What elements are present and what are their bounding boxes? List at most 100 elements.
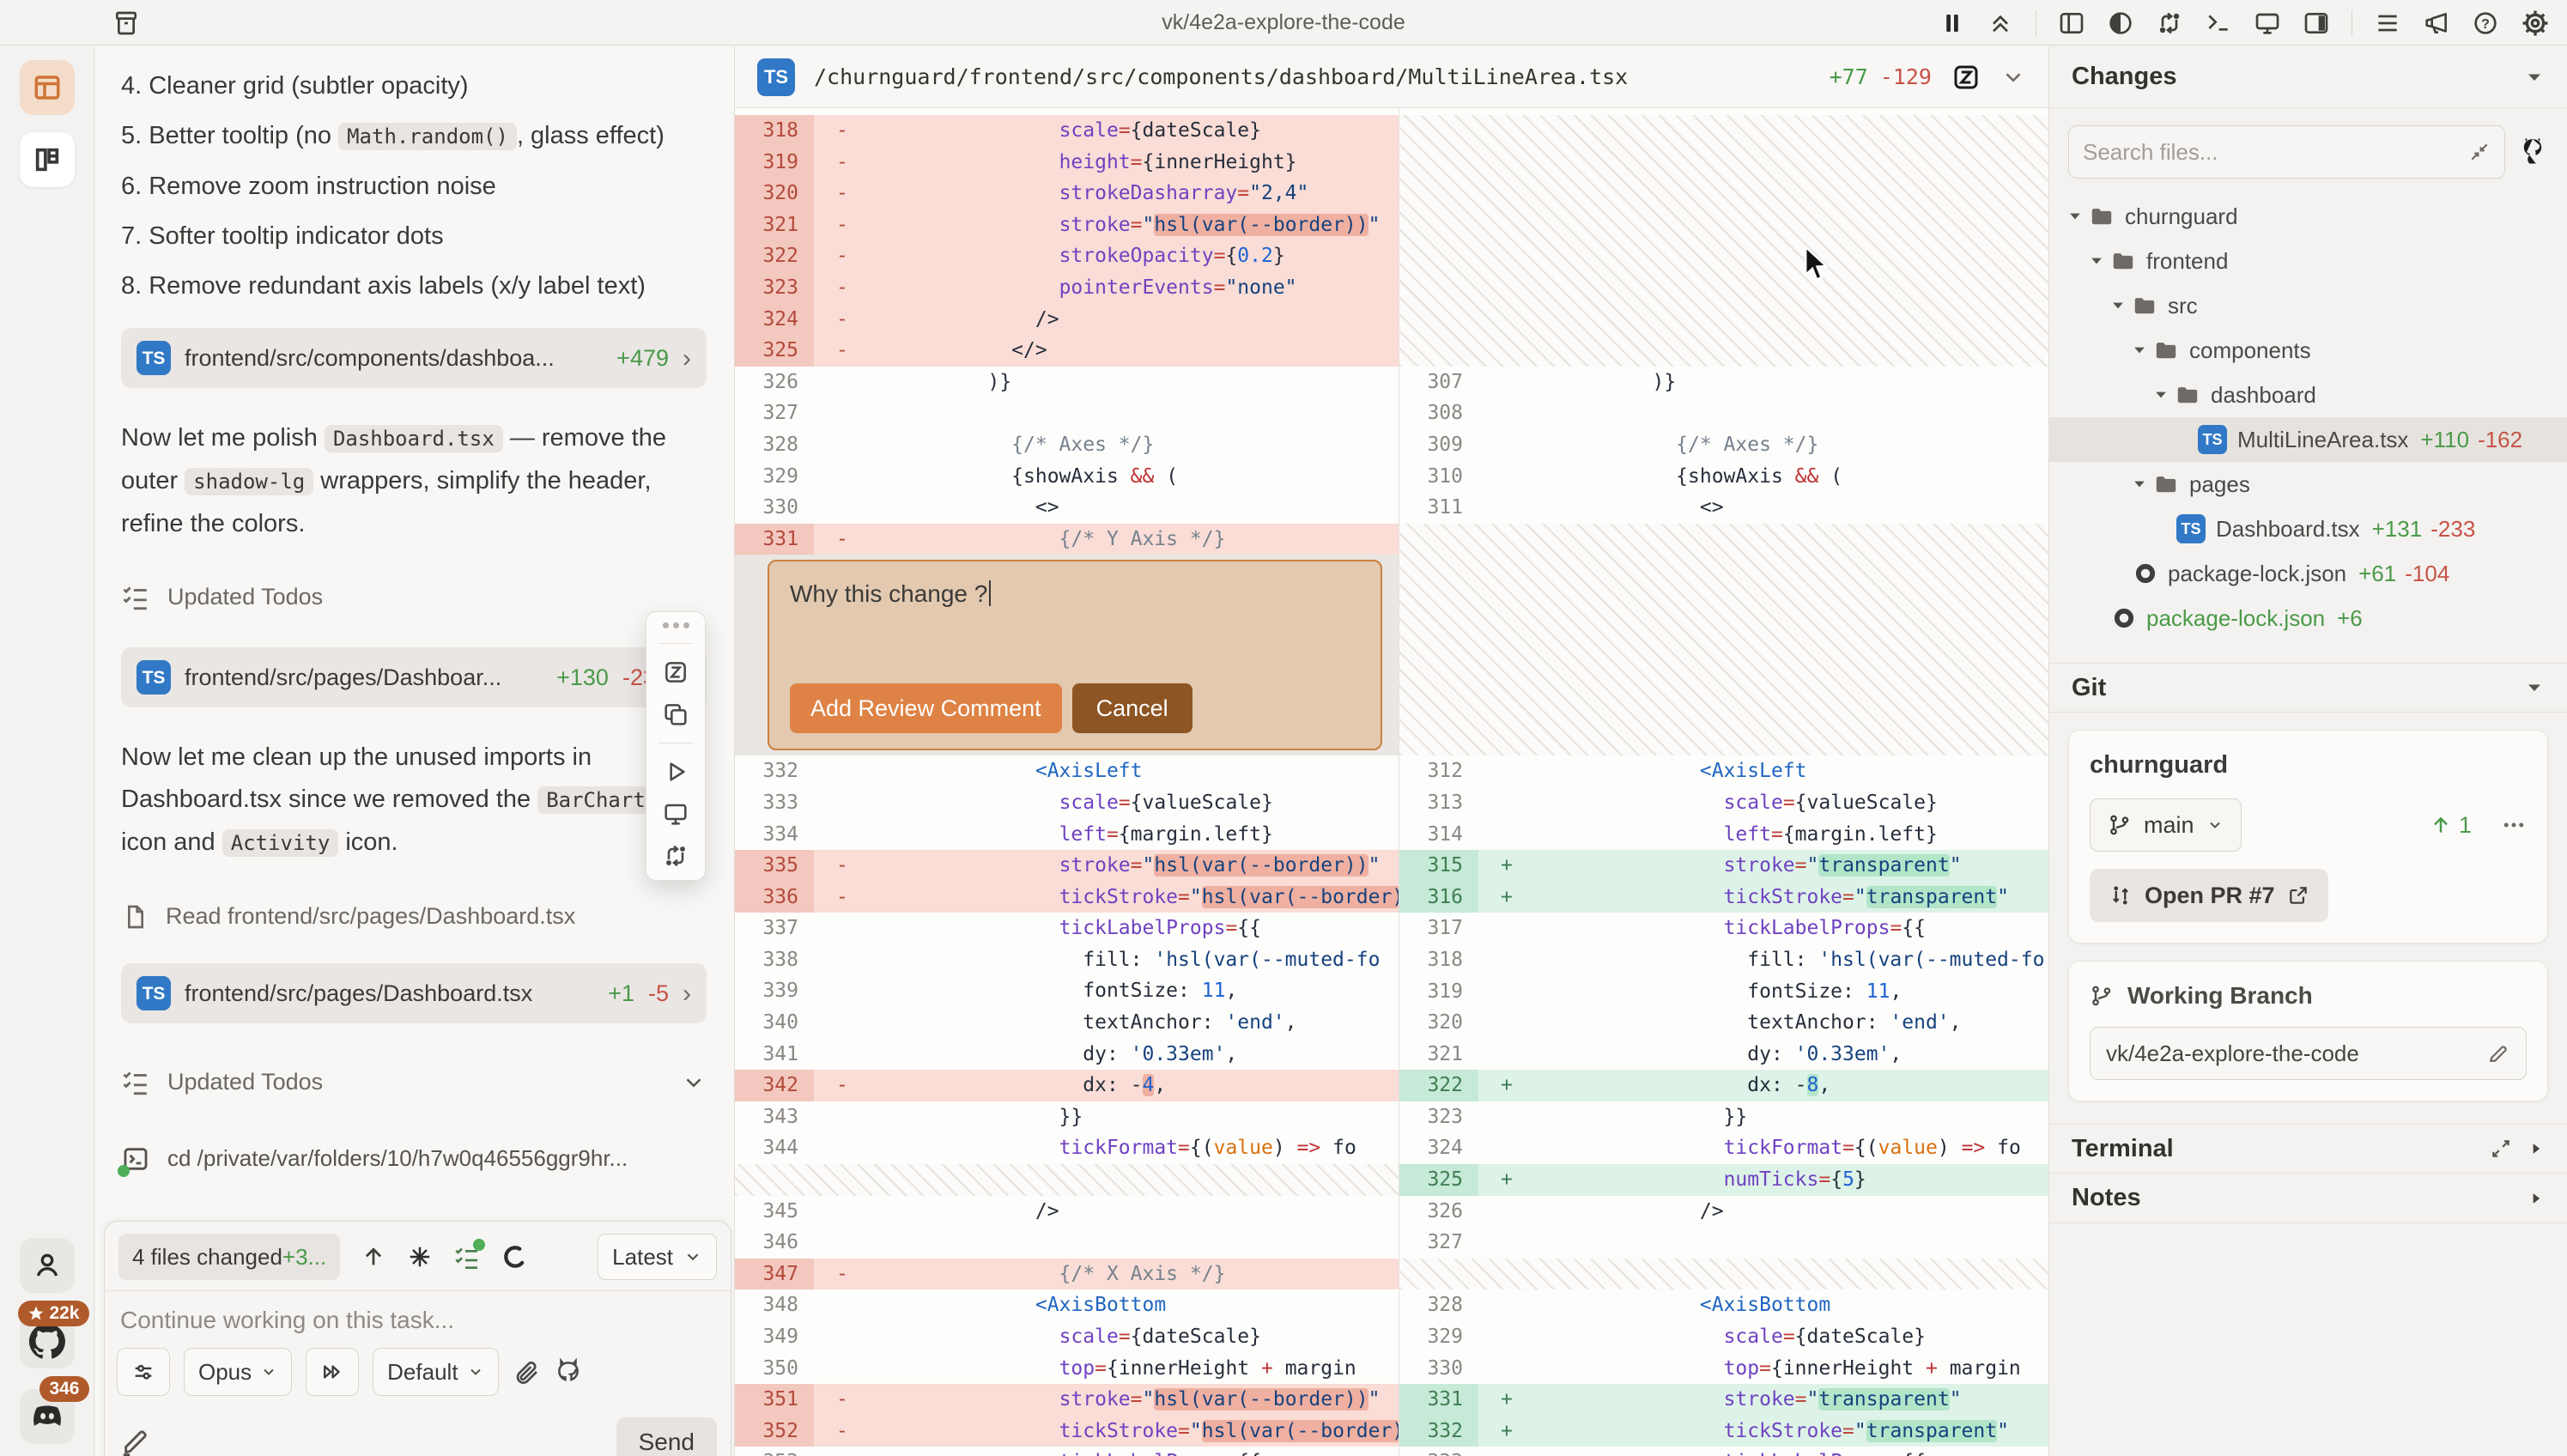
settings-gear-icon[interactable]: [2521, 9, 2550, 38]
chevron-down-icon[interactable]: [2000, 64, 2026, 90]
tree-expand-chevron[interactable]: [2088, 252, 2105, 270]
add-review-comment-button[interactable]: Add Review Comment: [790, 683, 1062, 733]
version-dropdown[interactable]: Latest: [598, 1234, 717, 1280]
notes-section-header[interactable]: Notes: [2049, 1174, 2567, 1223]
github-button[interactable]: 22k: [20, 1313, 75, 1368]
tree-item-frontend[interactable]: frontend: [2049, 239, 2567, 283]
tree-expand-chevron[interactable]: [2131, 342, 2148, 359]
line-number: 326: [1399, 1196, 1478, 1228]
diff-row: 318- scale={dateScale}: [735, 115, 1399, 147]
file-search-box[interactable]: [2068, 125, 2505, 179]
cancel-button[interactable]: Cancel: [1072, 683, 1192, 733]
stamp-z-icon[interactable]: [662, 658, 689, 686]
external-link-icon: [2287, 884, 2309, 907]
git-compare-icon[interactable]: [2156, 9, 2183, 37]
contrast-circle-icon[interactable]: [2107, 9, 2134, 37]
tree-expand-chevron[interactable]: [2109, 297, 2127, 314]
mode-dropdown[interactable]: Default: [373, 1348, 498, 1396]
tree-expand-chevron[interactable]: [2131, 476, 2148, 493]
changes-title: Changes: [2072, 63, 2176, 91]
updated-todos-row[interactable]: Updated Todos: [121, 576, 707, 618]
highlighter-icon[interactable]: [120, 1426, 151, 1456]
file-chip-path: frontend/src/components/dashboa...: [185, 337, 603, 379]
todos-status-icon[interactable]: [453, 1243, 481, 1271]
send-button[interactable]: Send: [616, 1417, 717, 1456]
pause-icon[interactable]: [1939, 10, 1965, 36]
monitor-icon[interactable]: [2254, 9, 2281, 37]
drag-handle-dots[interactable]: [663, 622, 689, 628]
tree-item-components[interactable]: components: [2049, 328, 2567, 373]
tree-item-dashboard-tsx[interactable]: TSDashboard.tsx+131-233: [2049, 507, 2567, 551]
tree-item-dashboard[interactable]: dashboard: [2049, 373, 2567, 417]
changes-section-header[interactable]: Changes: [2049, 46, 2567, 108]
diff-row: 333 scale={valueScale}: [735, 787, 1399, 819]
account-button[interactable]: [20, 1238, 75, 1293]
edit-pencil-icon[interactable]: [2486, 1041, 2510, 1065]
archive-box-icon[interactable]: [112, 9, 140, 37]
updated-todos-row-2[interactable]: Updated Todos: [121, 1061, 707, 1103]
inline-code: shadow-lg: [185, 468, 313, 495]
file-chip-components-dashboard[interactable]: TSfrontend/src/components/dashboa...+479…: [121, 328, 707, 388]
github-cat-icon[interactable]: [2517, 136, 2548, 167]
message-input[interactable]: Continue working on this task...: [105, 1291, 731, 1334]
open-pr-button[interactable]: Open PR #7: [2090, 869, 2328, 922]
diff-additions: +77: [1830, 64, 1868, 89]
diff-marker: [814, 1353, 869, 1385]
monitor-icon[interactable]: [662, 800, 689, 828]
code-line: fill: 'hsl(var(--muted-fo: [869, 944, 1399, 976]
megaphone-icon[interactable]: [2423, 9, 2450, 37]
stamp-z-icon[interactable]: [1951, 62, 1981, 93]
discord-button[interactable]: 346: [20, 1389, 75, 1444]
play-icon[interactable]: [662, 758, 689, 786]
chevrons-up-icon[interactable]: [1987, 9, 2014, 37]
spark-icon[interactable]: [407, 1244, 433, 1270]
files-changed-chip[interactable]: 4 files changed +3...: [118, 1234, 340, 1280]
terminal-icon[interactable]: [2205, 9, 2232, 37]
diff-marker: -: [814, 1416, 869, 1447]
deletions-count: -162: [2478, 427, 2522, 453]
git-compare-icon[interactable]: [662, 842, 689, 870]
terminal-command-row[interactable]: cd /private/var/folders/10/h7w0q46556ggr…: [121, 1138, 707, 1180]
expand-icon[interactable]: [2490, 1138, 2512, 1160]
terminal-section-header[interactable]: Terminal: [2049, 1124, 2567, 1174]
file-chip-pages-dashboard-small[interactable]: TSfrontend/src/pages/Dashboard.tsx+1-5›: [121, 963, 707, 1023]
commits-ahead[interactable]: 1: [2430, 812, 2472, 839]
tree-item-src[interactable]: src: [2049, 283, 2567, 328]
search-input[interactable]: [2083, 139, 2460, 166]
tree-expand-chevron[interactable]: [2066, 208, 2084, 225]
panel-left-icon[interactable]: [2058, 9, 2085, 37]
menu-icon[interactable]: [2374, 9, 2401, 37]
tree-item-package-lock-json[interactable]: package-lock.json+61-104: [2049, 551, 2567, 596]
tree-item-pages[interactable]: pages: [2049, 462, 2567, 507]
terminal-chip-icon: [121, 1144, 150, 1174]
tree-item-package-lock-json[interactable]: package-lock.json+6: [2049, 596, 2567, 640]
git-section-header[interactable]: Git: [2049, 663, 2567, 713]
tree-item-churnguard[interactable]: churnguard: [2049, 194, 2567, 239]
attach-paperclip-icon[interactable]: [513, 1358, 540, 1386]
tree-item-label: pages: [2189, 471, 2250, 498]
file-chip-pages-dashboard[interactable]: TSfrontend/src/pages/Dashboar...+130-233…: [121, 647, 707, 707]
code-line: )}: [869, 367, 1399, 398]
read-file-row[interactable]: Read frontend/src/pages/Dashboard.tsx: [121, 895, 707, 937]
settings-sliders-button[interactable]: [117, 1348, 170, 1396]
workspace-tab-active[interactable]: [20, 60, 75, 115]
tree-item-label: MultiLineArea.tsx: [2237, 427, 2408, 453]
chevron-down-icon[interactable]: [681, 1070, 707, 1095]
more-options-icon[interactable]: [2501, 812, 2527, 838]
github-cat-icon[interactable]: [554, 1357, 583, 1386]
tree-expand-chevron[interactable]: [2152, 386, 2170, 403]
diff-row: 350 top={innerHeight + margin: [735, 1353, 1399, 1385]
workspace-tab-kanban[interactable]: [20, 132, 75, 187]
fast-forward-button[interactable]: [306, 1348, 359, 1396]
diff-marker: [1478, 461, 1533, 493]
working-branch-input[interactable]: vk/4e2a-explore-the-code: [2090, 1027, 2527, 1080]
panel-right-icon[interactable]: [2303, 9, 2330, 37]
review-comment-input[interactable]: Why this change ?: [790, 580, 987, 607]
copy-icon[interactable]: [662, 701, 689, 728]
scroll-up-icon[interactable]: [361, 1244, 386, 1270]
model-dropdown[interactable]: Opus: [184, 1348, 292, 1396]
help-icon[interactable]: ?: [2472, 9, 2499, 37]
tree-item-multilinearea-tsx[interactable]: TSMultiLineArea.tsx+110-162: [2049, 417, 2567, 462]
collapse-arrows-icon[interactable]: [2468, 141, 2491, 163]
branch-dropdown[interactable]: main: [2090, 798, 2242, 852]
